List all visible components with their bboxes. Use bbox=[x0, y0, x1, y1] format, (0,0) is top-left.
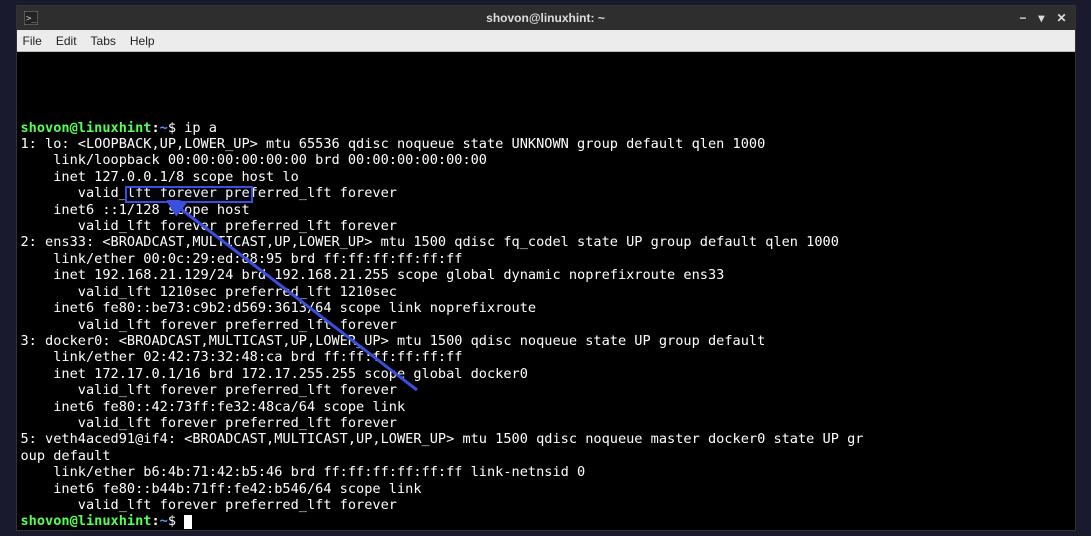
close-button[interactable]: ✕ bbox=[1054, 11, 1068, 25]
prompt-path: ~ bbox=[160, 513, 168, 529]
output-line: 2: ens33: <BROADCAST,MULTICAST,UP,LOWER_… bbox=[21, 234, 1071, 250]
maximize-button[interactable]: ▾ bbox=[1036, 11, 1046, 25]
terminal-app-icon: >_ bbox=[23, 10, 39, 26]
menubar: File Edit Tabs Help bbox=[17, 30, 1075, 52]
prompt-line: shovon@linuxhint:~$ ip a bbox=[21, 120, 1071, 136]
prompt-colon: : bbox=[151, 120, 159, 136]
window-controls: − ▾ ✕ bbox=[1017, 11, 1068, 25]
prompt-dollar: $ bbox=[168, 120, 184, 136]
output-line: inet 172.17.0.1/16 brd 172.17.255.255 sc… bbox=[21, 366, 1071, 382]
minimize-button[interactable]: − bbox=[1017, 11, 1028, 25]
prompt-user-host: shovon@linuxhint bbox=[21, 513, 152, 529]
prompt-line: shovon@linuxhint:~$ bbox=[21, 513, 1071, 529]
window-title: shovon@linuxhint: ~ bbox=[486, 11, 605, 25]
svg-text:>_: >_ bbox=[26, 14, 37, 24]
output-line: inet6 fe80::42:73ff:fe32:48ca/64 scope l… bbox=[21, 399, 1071, 415]
output-line: valid_lft 1210sec preferred_lft 1210sec bbox=[21, 284, 1071, 300]
prompt-path: ~ bbox=[160, 120, 168, 136]
menu-tabs[interactable]: Tabs bbox=[91, 34, 116, 48]
cursor bbox=[184, 515, 192, 529]
prompt-dollar: $ bbox=[168, 513, 184, 529]
output-line: inet6 fe80::b44b:71ff:fe42:b546/64 scope… bbox=[21, 481, 1071, 497]
command-text: ip a bbox=[184, 120, 217, 136]
output-line: 3: docker0: <BROADCAST,MULTICAST,UP,LOWE… bbox=[21, 333, 1071, 349]
terminal-window: >_ shovon@linuxhint: ~ − ▾ ✕ File Edit T… bbox=[16, 5, 1076, 531]
output-line: link/loopback 00:00:00:00:00:00 brd 00:0… bbox=[21, 152, 1071, 168]
output-line: valid_lft forever preferred_lft forever bbox=[21, 317, 1071, 333]
menu-edit[interactable]: Edit bbox=[56, 34, 77, 48]
menu-file[interactable]: File bbox=[23, 34, 42, 48]
output-line: inet 127.0.0.1/8 scope host lo bbox=[21, 169, 1071, 185]
menu-help[interactable]: Help bbox=[130, 34, 155, 48]
output-line: link/ether 02:42:73:32:48:ca brd ff:ff:f… bbox=[21, 349, 1071, 365]
output-line: valid_lft forever preferred_lft forever bbox=[21, 218, 1071, 234]
output-line: link/ether 00:0c:29:ed:88:95 brd ff:ff:f… bbox=[21, 251, 1071, 267]
prompt-colon: : bbox=[151, 513, 159, 529]
output-line: 5: veth4aced91@if4: <BROADCAST,MULTICAST… bbox=[21, 431, 1071, 447]
output-line: link/ether b6:4b:71:42:b5:46 brd ff:ff:f… bbox=[21, 464, 1071, 480]
output-line: inet 192.168.21.129/24 brd 192.168.21.25… bbox=[21, 267, 1071, 283]
terminal-content[interactable]: shovon@linuxhint:~$ ip a1: lo: <LOOPBACK… bbox=[17, 52, 1075, 530]
output-line: valid_lft forever preferred_lft forever bbox=[21, 185, 1071, 201]
output-line: oup default bbox=[21, 448, 1071, 464]
prompt-user-host: shovon@linuxhint bbox=[21, 120, 152, 136]
output-line: inet6 ::1/128 scope host bbox=[21, 202, 1071, 218]
output-line: valid_lft forever preferred_lft forever bbox=[21, 415, 1071, 431]
output-line: inet6 fe80::be73:c9b2:d569:3613/64 scope… bbox=[21, 300, 1071, 316]
output-line: 1: lo: <LOOPBACK,UP,LOWER_UP> mtu 65536 … bbox=[21, 136, 1071, 152]
output-line: valid_lft forever preferred_lft forever bbox=[21, 382, 1071, 398]
output-line: valid_lft forever preferred_lft forever bbox=[21, 497, 1071, 513]
titlebar[interactable]: >_ shovon@linuxhint: ~ − ▾ ✕ bbox=[17, 6, 1075, 30]
